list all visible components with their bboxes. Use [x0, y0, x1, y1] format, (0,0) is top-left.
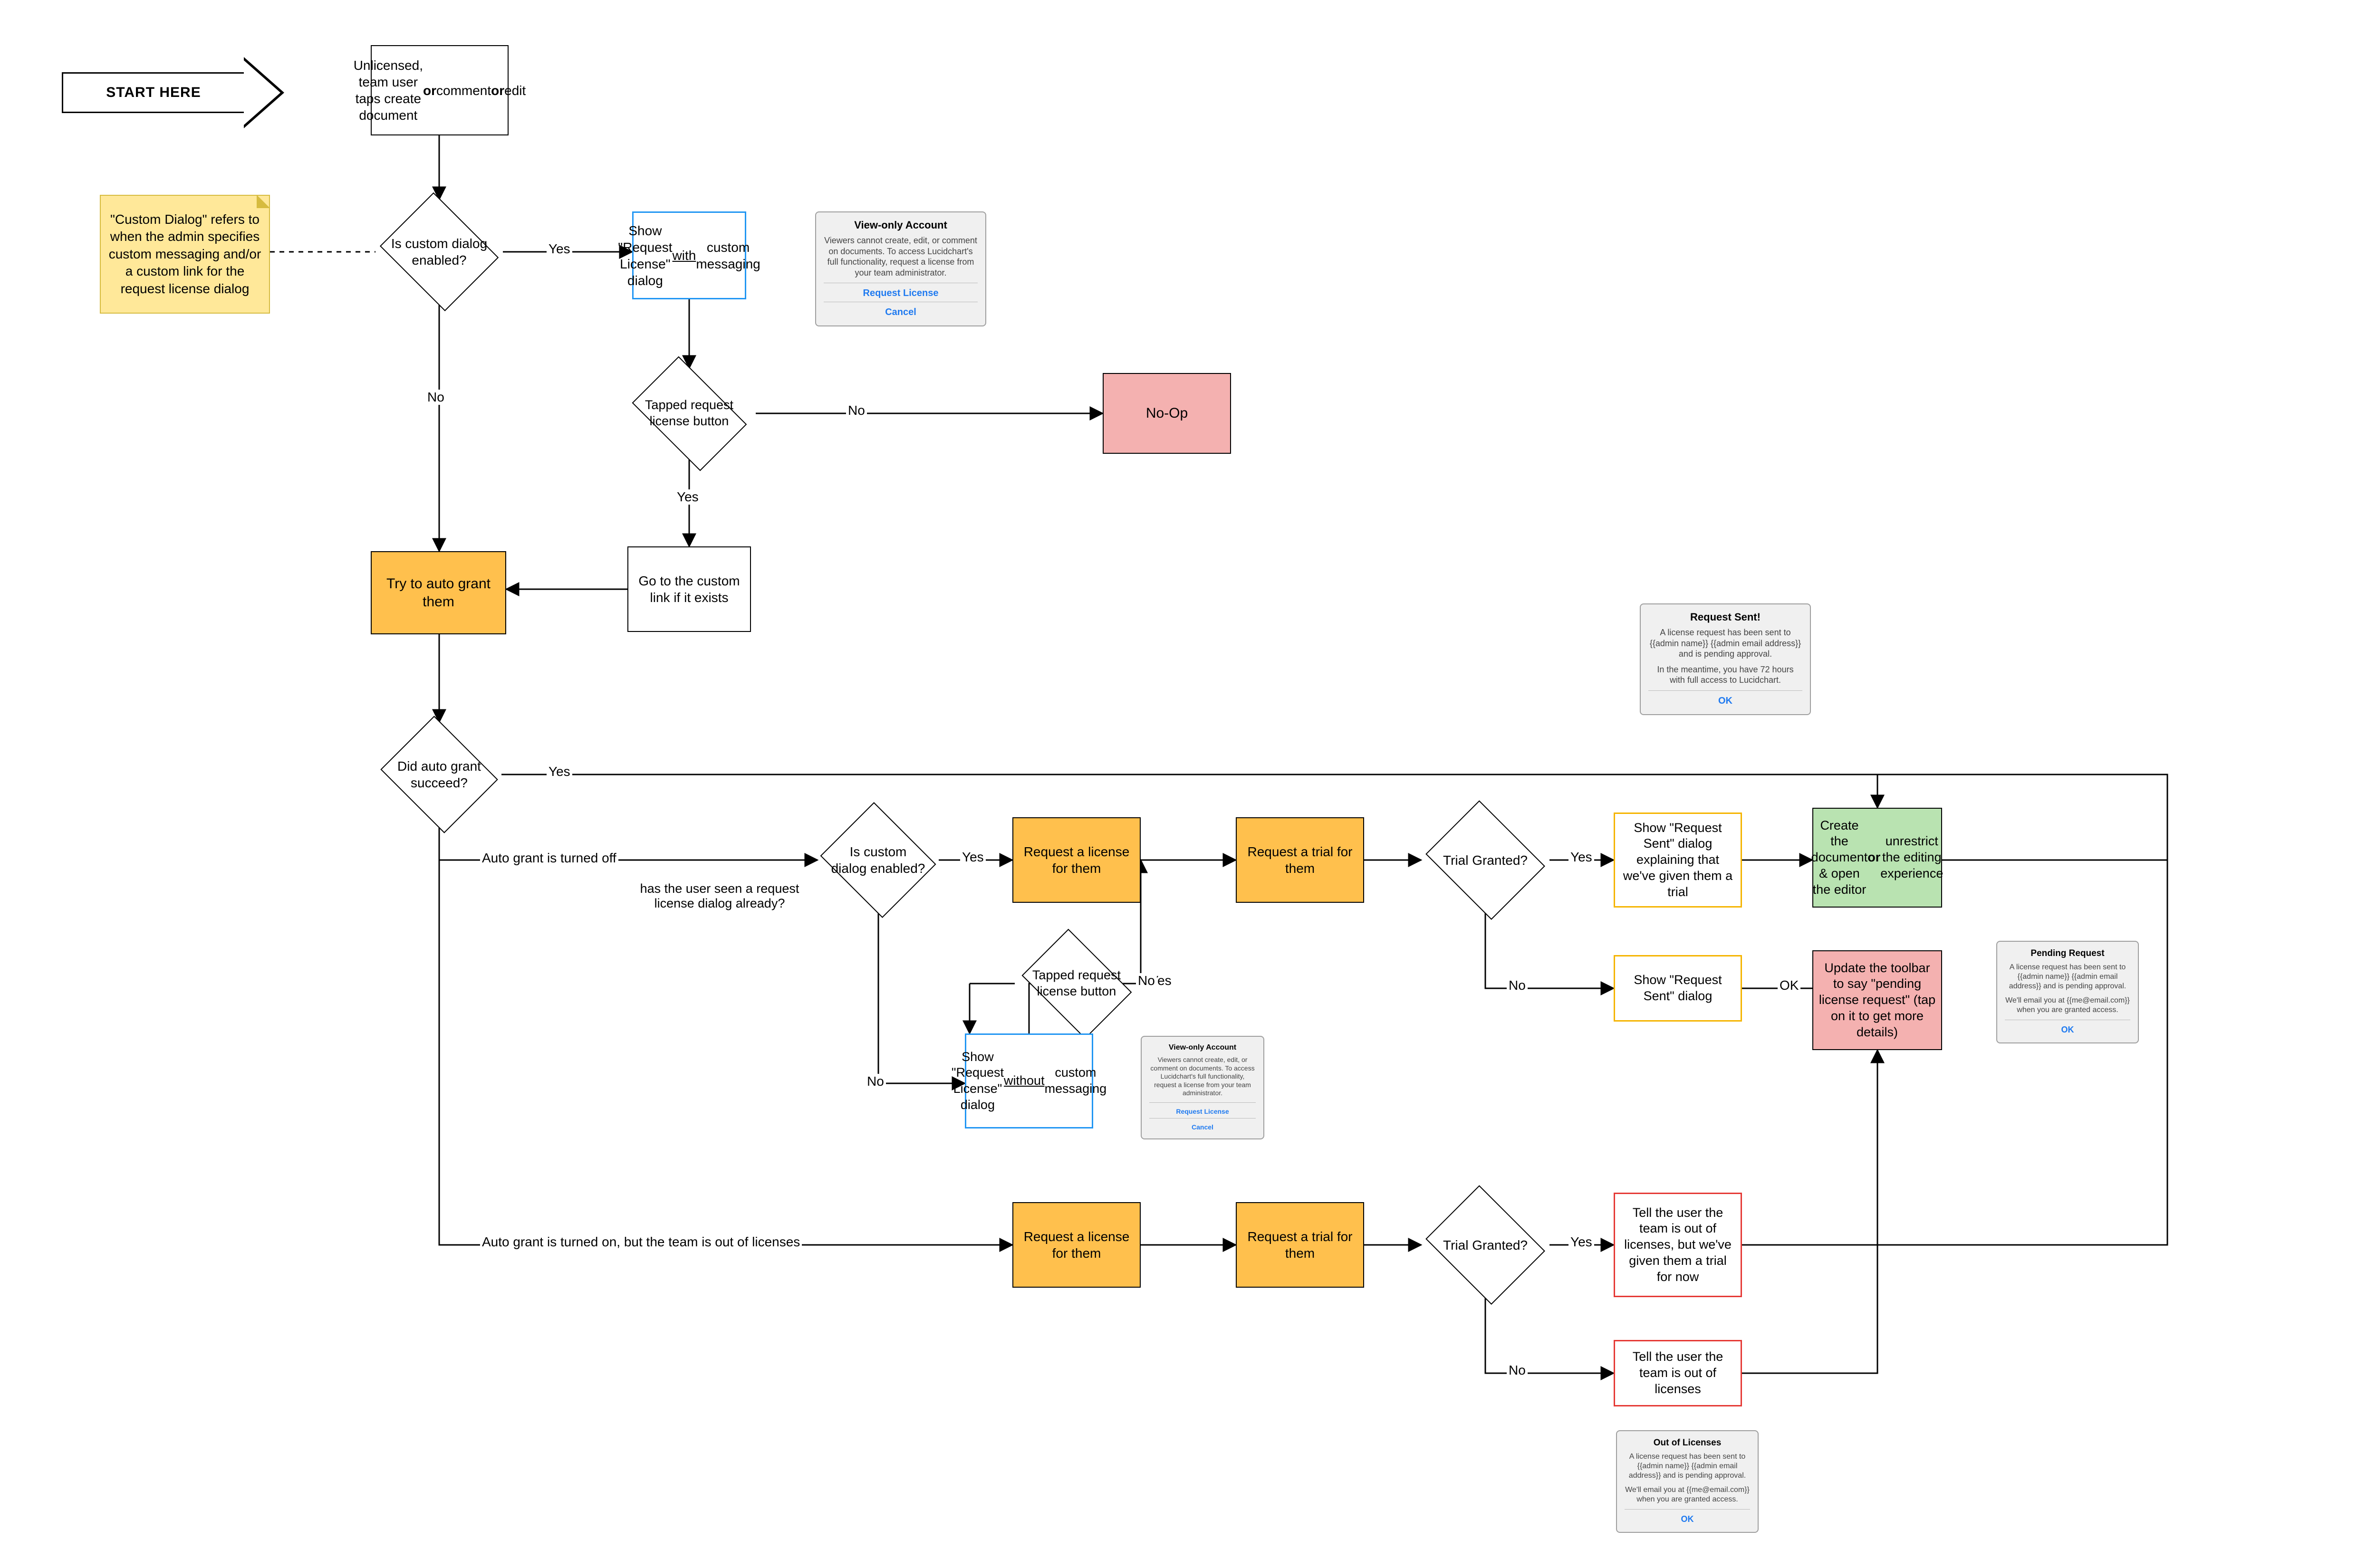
- edge-ok-1: OK: [1778, 978, 1800, 993]
- is-custom-dialog-enabled-2: Is custom dialog enabled?: [818, 808, 939, 912]
- edge-no-6: No: [1507, 1363, 1528, 1378]
- tapped-request-license-button-1: Tapped request license button: [623, 368, 756, 459]
- cancel-button[interactable]: Cancel: [824, 302, 978, 321]
- dialog-title: Request Sent!: [1690, 611, 1761, 623]
- edge-yes-7: Yes: [1568, 1234, 1594, 1250]
- edge-autogrant-on-out: Auto grant is turned on, but the team is…: [480, 1234, 802, 1250]
- edge-yes-6: Yes: [1568, 850, 1594, 865]
- did-auto-grant-succeed: Did auto grant succeed?: [377, 722, 501, 827]
- trial-granted-1: Trial Granted?: [1421, 808, 1549, 912]
- is-custom-dialog-enabled-1: Is custom dialog enabled?: [375, 200, 503, 304]
- view-only-dialog-small: View-only Account Viewers cannot create,…: [1141, 1036, 1264, 1139]
- edge-no-1: No: [425, 390, 446, 405]
- edge-yes-1: Yes: [547, 241, 572, 257]
- out-of-licenses-dialog: Out of Licenses A license request has be…: [1616, 1430, 1759, 1533]
- dialog-title: View-only Account: [1169, 1043, 1236, 1052]
- trial-granted-2: Trial Granted?: [1421, 1193, 1549, 1297]
- dialog-body-1: A license request has been sent to {{adm…: [1625, 1452, 1750, 1481]
- dialog-body-1: A license request has been sent to {{adm…: [2005, 963, 2130, 991]
- cancel-button[interactable]: Cancel: [1149, 1118, 1256, 1134]
- dialog-body-2: In the meantime, you have 72 hours with …: [1648, 664, 1802, 686]
- view-only-dialog-large: View-only Account Viewers cannot create,…: [815, 211, 986, 326]
- ok-button[interactable]: OK: [1648, 691, 1802, 709]
- dialog-body: Viewers cannot create, edit, or comment …: [824, 235, 978, 278]
- custom-dialog-note: "Custom Dialog" refers to when the admin…: [100, 195, 270, 314]
- no-op: No-Op: [1103, 373, 1231, 454]
- ok-button[interactable]: OK: [2005, 1020, 2130, 1038]
- dialog-title: Pending Request: [2030, 948, 2104, 959]
- edge-yes-2: Yes: [675, 489, 701, 505]
- edge-no-5: No: [1507, 978, 1528, 993]
- start-here-label: START HERE: [62, 72, 244, 113]
- request-trial-1: Request a trial for them: [1236, 817, 1364, 903]
- out-of-licenses-trial: Tell the user the team is out of license…: [1614, 1193, 1742, 1297]
- ok-button[interactable]: OK: [1625, 1510, 1750, 1527]
- edge-no-2: No: [846, 403, 867, 418]
- show-request-sent-trial: Show "Request Sent" dialog explaining th…: [1614, 813, 1742, 908]
- out-of-licenses: Tell the user the team is out of license…: [1614, 1340, 1742, 1406]
- update-toolbar-pending: Update the toolbar to say "pending licen…: [1812, 950, 1942, 1050]
- edge-no-3: No: [865, 1074, 886, 1089]
- show-request-sent: Show "Request Sent" dialog: [1614, 955, 1742, 1022]
- start-here-arrow: START HERE: [62, 57, 284, 128]
- request-license-button[interactable]: Request License: [824, 283, 978, 302]
- show-request-license-without-custom: Show "Request License" dialog without cu…: [965, 1033, 1093, 1128]
- request-license-button[interactable]: Request License: [1149, 1103, 1256, 1118]
- go-to-custom-link: Go to the custom link if it exists: [627, 546, 751, 632]
- has-user-seen-dialog-label: has the user seen a request license dial…: [618, 881, 821, 911]
- tapped-request-license-button-2: Tapped request license button: [1015, 938, 1138, 1029]
- edge-yes-3: Yes: [547, 764, 572, 779]
- dialog-body-2: We'll email you at {{me@email.com}} when…: [2005, 996, 2130, 1015]
- edge-yes-4: Yes: [960, 850, 986, 865]
- dialog-title: Out of Licenses: [1654, 1438, 1722, 1448]
- request-license-2: Request a license for them: [1012, 1202, 1141, 1288]
- request-sent-dialog: Request Sent! A license request has been…: [1640, 603, 1811, 715]
- show-request-license-with-custom: Show "Request License" dialog with custo…: [632, 211, 746, 299]
- create-document: Create the document & open the editor or…: [1812, 808, 1942, 908]
- dialog-body-2: We'll email you at {{me@email.com}} when…: [1625, 1485, 1750, 1504]
- edge-no-4: No: [1136, 973, 1157, 988]
- start-node: Unlicensed, team user taps create docume…: [371, 45, 509, 135]
- dialog-title: View-only Account: [854, 219, 947, 231]
- dialog-body: Viewers cannot create, edit, or comment …: [1149, 1056, 1256, 1098]
- request-trial-2: Request a trial for them: [1236, 1202, 1364, 1288]
- pending-request-dialog: Pending Request A license request has be…: [1996, 941, 2139, 1043]
- dialog-body-1: A license request has been sent to {{adm…: [1648, 627, 1802, 660]
- edge-autogrant-off: Auto grant is turned off: [480, 851, 618, 866]
- try-auto-grant: Try to auto grant them: [371, 551, 506, 634]
- request-license-1: Request a license for them: [1012, 817, 1141, 903]
